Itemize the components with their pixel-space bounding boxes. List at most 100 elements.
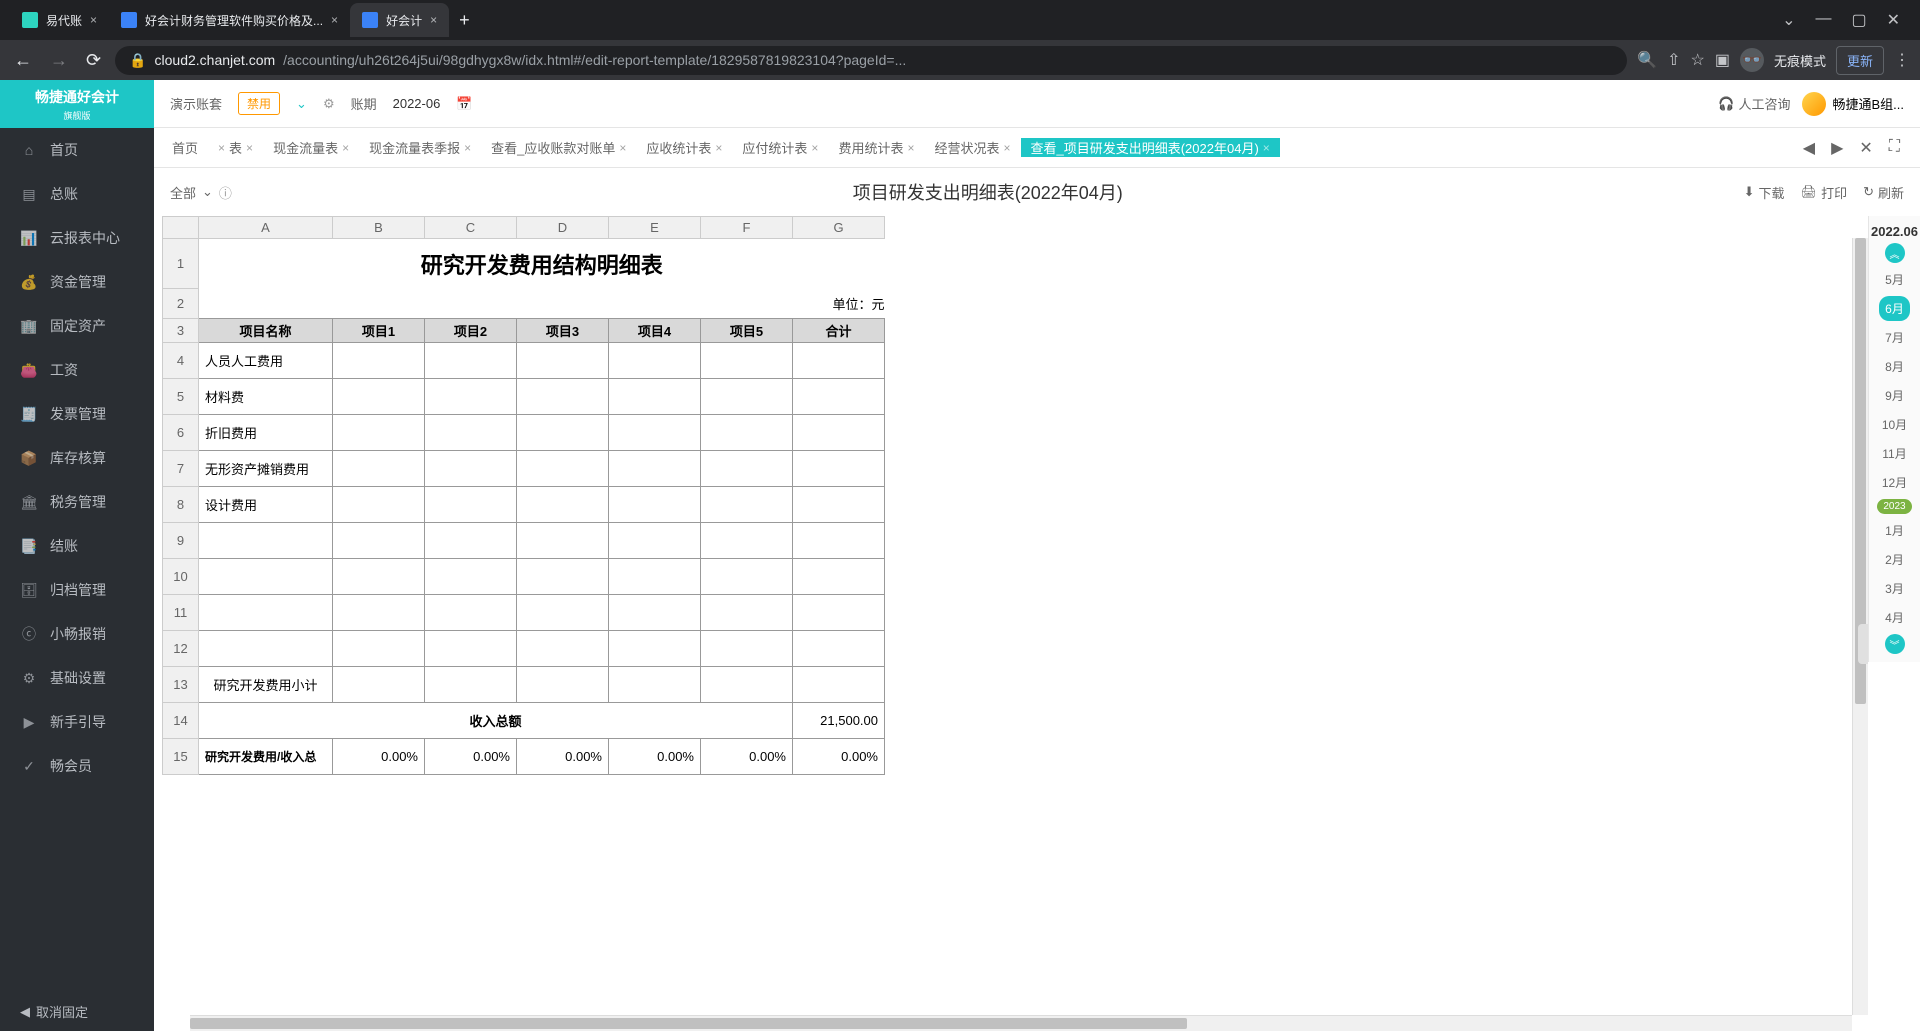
row-header-14[interactable]: 14 [163,703,199,739]
reload-button[interactable]: ⟳ [82,46,105,75]
cell[interactable] [701,595,793,631]
sidebar-item-salary[interactable]: 👛工资 [0,348,154,392]
table-header-2[interactable]: 项目2 [425,319,517,343]
tab-close-icon[interactable]: × [430,13,437,27]
app-tab-2[interactable]: 现金流量表× [263,138,359,157]
cell[interactable] [793,559,885,595]
row-label[interactable] [199,631,333,667]
tab-close-icon[interactable]: × [464,141,471,155]
print-button[interactable]: 🖨 打印 [1801,183,1848,202]
cell[interactable] [793,523,885,559]
update-button[interactable]: 更新 [1836,46,1884,75]
cell[interactable] [517,415,609,451]
corner-cell[interactable] [163,217,199,239]
cell[interactable] [425,379,517,415]
tabs-close-all-button[interactable]: ✕ [1855,134,1876,162]
sidebar-item-home[interactable]: ⌂首页 [0,128,154,172]
sidebar-item-money[interactable]: 💰资金管理 [0,260,154,304]
cell[interactable] [425,595,517,631]
app-tab-1[interactable]: ×表× [208,138,263,157]
tab-close-icon[interactable]: × [1263,141,1270,155]
cell[interactable] [701,451,793,487]
row-label[interactable]: 设计费用 [199,487,333,523]
row-header-7[interactable]: 7 [163,451,199,487]
cell[interactable] [793,631,885,667]
cell[interactable] [425,487,517,523]
unit-label[interactable]: 单位：元 [793,289,885,319]
close-window-icon[interactable]: ✕ [1887,10,1900,30]
tabs-next-button[interactable]: ▶ [1827,134,1847,162]
app-tab-6[interactable]: 应付统计表× [732,138,828,157]
month-item[interactable]: 2月 [1879,547,1910,572]
cell[interactable] [701,415,793,451]
cell[interactable] [609,523,701,559]
ratio-cell[interactable]: 0.00% [701,739,793,775]
month-item[interactable]: 5月 [1879,267,1910,292]
sidebar-item-expense[interactable]: ⓒ小畅报销 [0,612,154,656]
maximize-icon[interactable]: ▢ [1851,10,1866,30]
month-item[interactable]: 7月 [1879,325,1910,350]
cell[interactable] [517,559,609,595]
cell[interactable] [609,487,701,523]
table-header-4[interactable]: 项目4 [609,319,701,343]
fullscreen-button[interactable]: ⛶ [1885,134,1904,162]
filter-dropdown[interactable]: 全部 ⌄ ⓘ [170,183,232,202]
scroll-down-button[interactable]: ︾ [1885,634,1905,654]
row-header-3[interactable]: 3 [163,319,199,343]
row-header-1[interactable]: 1 [163,239,199,289]
sidebar-item-tax[interactable]: 🏛税务管理 [0,480,154,524]
row-label[interactable]: 材料费 [199,379,333,415]
cell[interactable] [333,559,425,595]
cell[interactable] [333,487,425,523]
browser-tab-2[interactable]: 好会计 × [350,3,449,37]
menu-icon[interactable]: ⋮ [1894,50,1910,70]
month-item[interactable]: 3月 [1879,576,1910,601]
income-label[interactable]: 收入总额 [199,703,793,739]
tab-close-icon[interactable]: × [331,13,338,27]
tab-close-icon[interactable]: × [907,141,914,155]
row-header-12[interactable]: 12 [163,631,199,667]
support-link[interactable]: 🎧 人工咨询 [1718,94,1790,113]
extension-icon[interactable]: ▣ [1715,50,1730,70]
tabs-prev-button[interactable]: ◀ [1799,134,1819,162]
cell[interactable] [425,451,517,487]
row-label[interactable] [199,523,333,559]
table-header-0[interactable]: 项目名称 [199,319,333,343]
month-item-active[interactable]: 6月 [1879,296,1910,321]
col-header-G[interactable]: G [793,217,885,239]
month-item[interactable]: 11月 [1876,441,1912,466]
cell[interactable] [701,559,793,595]
cell[interactable] [425,559,517,595]
subtotal-label[interactable]: 研究开发费用小计 [199,667,333,703]
tab-close-icon[interactable]: × [246,141,253,155]
cell[interactable] [609,415,701,451]
minimize-icon[interactable]: — [1815,10,1831,30]
month-item[interactable]: 4月 [1879,605,1910,630]
ratio-cell[interactable]: 0.00% [793,739,885,775]
cell[interactable] [517,523,609,559]
calendar-icon[interactable]: 📅 [456,96,472,112]
tab-close-icon[interactable]: × [342,141,349,155]
table-header-3[interactable]: 项目3 [517,319,609,343]
sidebar-item-guide[interactable]: ▶新手引导 [0,700,154,744]
month-item[interactable]: 1月 [1879,518,1910,543]
row-header-8[interactable]: 8 [163,487,199,523]
sidebar-item-invoice[interactable]: 🧾发票管理 [0,392,154,436]
cell[interactable] [793,343,885,379]
month-item[interactable]: 10月 [1876,412,1913,437]
browser-tab-1[interactable]: 好会计财务管理软件购买价格及... × [109,3,350,37]
cell[interactable] [517,343,609,379]
cell[interactable] [701,343,793,379]
row-header-5[interactable]: 5 [163,379,199,415]
row-header-6[interactable]: 6 [163,415,199,451]
col-header-E[interactable]: E [609,217,701,239]
cell[interactable] [425,667,517,703]
app-tab-9[interactable]: 查看_项目研发支出明细表(2022年04月)× [1021,138,1280,157]
sidebar-unpin-button[interactable]: ◀ 取消固定 [0,992,154,1031]
col-header-D[interactable]: D [517,217,609,239]
cell[interactable] [517,595,609,631]
tab-close-icon[interactable]: × [619,141,626,155]
row-header-9[interactable]: 9 [163,523,199,559]
cell[interactable] [425,523,517,559]
user-info[interactable]: 畅捷通B组... [1802,92,1904,116]
